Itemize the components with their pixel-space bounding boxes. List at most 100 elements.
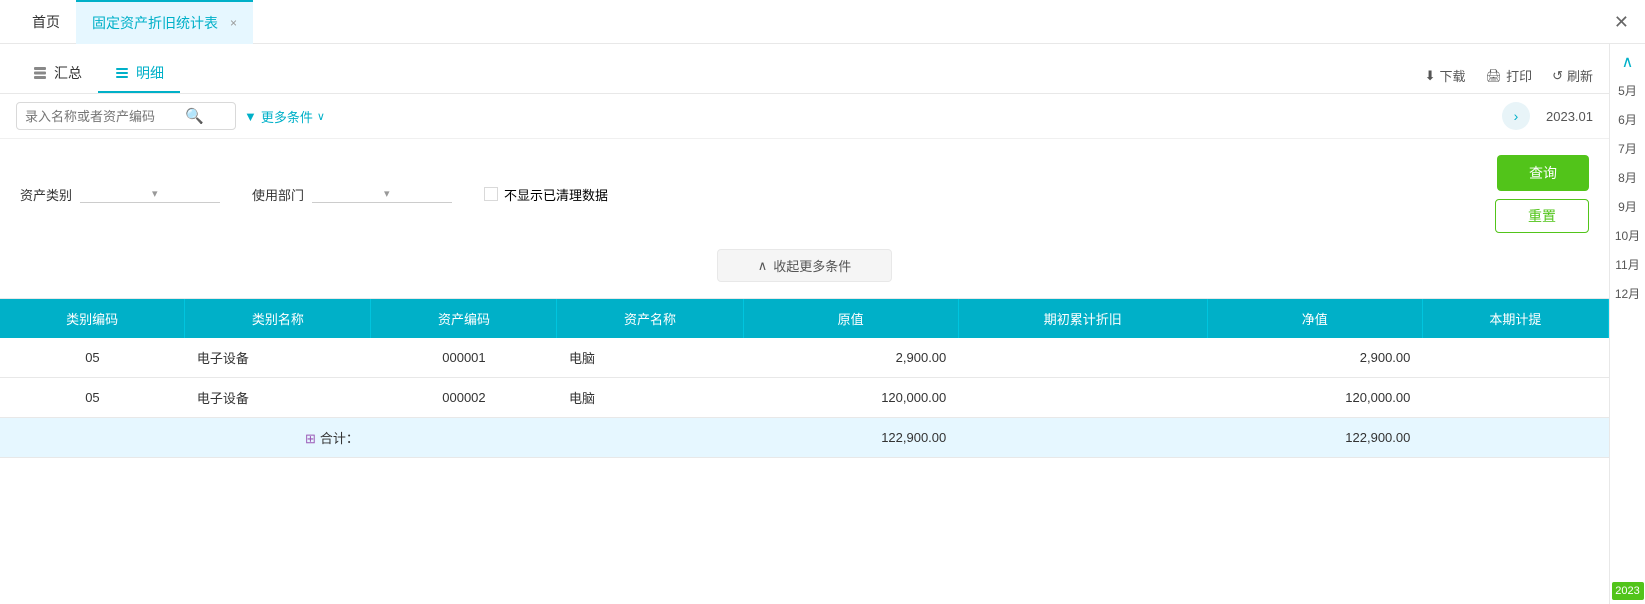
cell-accumulated-depreciation xyxy=(958,378,1207,418)
active-tab[interactable]: 固定资产折旧统计表 × xyxy=(76,0,253,44)
sidebar-month-5[interactable]: 5月 xyxy=(1610,76,1645,105)
filter-icon: ▼ xyxy=(244,109,257,124)
refresh-label: 刷新 xyxy=(1567,66,1593,85)
year-badge[interactable]: 2023 xyxy=(1612,582,1644,600)
sidebar-month-8[interactable]: 8月 xyxy=(1610,163,1645,192)
tab-summary-label: 汇总 xyxy=(54,63,82,83)
col-asset-code: 资产编码 xyxy=(371,299,557,338)
more-conditions-button[interactable]: ▼ 更多条件 ∨ xyxy=(244,107,325,126)
main-content: 汇总 明细 ⬇ 下载 🖨 打印 xyxy=(0,44,1645,604)
tab-detail-label: 明细 xyxy=(136,63,164,83)
col-category-name: 类别名称 xyxy=(185,299,371,338)
subtotal-label: ⊞合计： xyxy=(0,418,371,458)
sidebar-month-11[interactable]: 11月 xyxy=(1610,250,1645,279)
col-asset-name: 资产名称 xyxy=(557,299,743,338)
layers-icon xyxy=(32,65,48,81)
search-bar: 🔍 ▼ 更多条件 ∨ › 2023.01 xyxy=(0,94,1609,139)
home-tab[interactable]: 首页 xyxy=(16,0,76,44)
cell-asset-code: 000002 xyxy=(371,378,557,418)
collapse-up-icon: ∧ xyxy=(758,258,768,274)
department-label: 使用部门 xyxy=(252,185,304,204)
col-accumulated-depreciation: 期初累计折旧 xyxy=(958,299,1207,338)
cell-current-depreciation xyxy=(1422,378,1608,418)
cell-net-value: 2,900.00 xyxy=(1207,338,1422,378)
filter-buttons: 查询 重置 xyxy=(1495,155,1589,233)
subtotal-accumulated-depreciation xyxy=(958,418,1207,458)
collapse-more-button[interactable]: ∧ 收起更多条件 xyxy=(717,249,893,282)
sidebar-month-12[interactable]: 12月 xyxy=(1610,279,1645,308)
left-panel: 汇总 明细 ⬇ 下载 🖨 打印 xyxy=(0,44,1609,604)
subtotal-current-depreciation xyxy=(1422,418,1608,458)
subtotal-original-value: 122,900.00 xyxy=(743,418,958,458)
toolbar-right: ⬇ 下载 🖨 打印 ↺ 刷新 xyxy=(1425,66,1593,93)
table-row: 05 电子设备 000002 电脑 120,000.00 120,000.00 xyxy=(0,378,1609,418)
query-button[interactable]: 查询 xyxy=(1497,155,1589,191)
collapse-right-button[interactable]: › xyxy=(1502,102,1530,130)
cell-asset-code: 000001 xyxy=(371,338,557,378)
table-header-row: 类别编码 类别名称 资产编码 资产名称 原值 期初累计折旧 净值 本期计提 xyxy=(0,299,1609,338)
cell-current-depreciation xyxy=(1422,338,1608,378)
chevron-right-icon: › xyxy=(1514,108,1519,124)
col-original-value: 原值 xyxy=(743,299,958,338)
top-nav: 首页 固定资产折旧统计表 × ✕ xyxy=(0,0,1645,44)
download-label: 下载 xyxy=(1440,66,1466,85)
subtotal-net-value: 122,900.00 xyxy=(1207,418,1422,458)
sidebar-scroll-up[interactable]: ∧ xyxy=(1622,48,1634,76)
sub-tabs: 汇总 明细 ⬇ 下载 🖨 打印 xyxy=(0,44,1609,94)
department-select[interactable]: ▾ xyxy=(312,185,452,203)
refresh-icon: ↺ xyxy=(1552,68,1563,84)
department-filter: 使用部门 ▾ xyxy=(252,185,452,204)
cell-category-code: 05 xyxy=(0,378,185,418)
asset-category-label: 资产类别 xyxy=(20,185,72,204)
sidebar-month-7[interactable]: 7月 xyxy=(1610,134,1645,163)
col-current-depreciation: 本期计提 xyxy=(1422,299,1608,338)
search-input-wrap[interactable]: 🔍 xyxy=(16,102,236,130)
tab-close-icon[interactable]: × xyxy=(230,1,237,45)
search-icon: 🔍 xyxy=(185,107,204,125)
subtotal-asset-code xyxy=(371,418,557,458)
cell-asset-name: 电脑 xyxy=(557,338,743,378)
col-category-code: 类别编码 xyxy=(0,299,185,338)
filter-area: 资产类别 ▾ 使用部门 ▾ 不显示已清理数据 xyxy=(0,139,1609,299)
asset-category-select[interactable]: ▾ xyxy=(80,185,220,203)
department-arrow-icon: ▾ xyxy=(384,187,448,200)
sidebar-month-6[interactable]: 6月 xyxy=(1610,105,1645,134)
date-display: 2023.01 xyxy=(1546,109,1593,124)
right-sidebar: ∧ 5月 6月 7月 8月 9月 10月 11月 12月 2023 xyxy=(1609,44,1645,604)
asset-category-arrow-icon: ▾ xyxy=(152,187,216,200)
active-tab-label: 固定资产折旧统计表 xyxy=(92,1,218,45)
table-row: 05 电子设备 000001 电脑 2,900.00 2,900.00 xyxy=(0,338,1609,378)
cell-original-value: 2,900.00 xyxy=(743,338,958,378)
cell-original-value: 120,000.00 xyxy=(743,378,958,418)
list-icon xyxy=(114,65,130,81)
download-button[interactable]: ⬇ 下载 xyxy=(1425,66,1466,85)
reset-button[interactable]: 重置 xyxy=(1495,199,1589,233)
window-close-button[interactable]: ✕ xyxy=(1614,0,1629,44)
cell-category-name: 电子设备 xyxy=(185,338,371,378)
refresh-button[interactable]: ↺ 刷新 xyxy=(1552,66,1593,85)
more-conditions-label: 更多条件 xyxy=(261,107,313,126)
collapse-more-label: 收起更多条件 xyxy=(773,256,851,275)
hide-cleared-checkbox-item[interactable]: 不显示已清理数据 xyxy=(484,185,608,204)
sidebar-month-10[interactable]: 10月 xyxy=(1610,221,1645,250)
data-table-wrap: 类别编码 类别名称 资产编码 资产名称 原值 期初累计折旧 净值 本期计提 05… xyxy=(0,299,1609,604)
filter-row: 资产类别 ▾ 使用部门 ▾ 不显示已清理数据 xyxy=(20,155,1589,233)
cell-category-name: 电子设备 xyxy=(185,378,371,418)
cell-category-code: 05 xyxy=(0,338,185,378)
subtotal-row: ⊞合计： 122,900.00 122,900.00 xyxy=(0,418,1609,458)
print-button[interactable]: 🖨 打印 xyxy=(1486,66,1533,85)
tab-summary[interactable]: 汇总 xyxy=(16,55,98,93)
tab-detail[interactable]: 明细 xyxy=(98,55,180,93)
hide-cleared-checkbox[interactable] xyxy=(484,187,498,201)
cell-net-value: 120,000.00 xyxy=(1207,378,1422,418)
chevron-down-icon: ∨ xyxy=(317,110,325,123)
cell-asset-name: 电脑 xyxy=(557,378,743,418)
sidebar-month-9[interactable]: 9月 xyxy=(1610,192,1645,221)
col-net-value: 净值 xyxy=(1207,299,1422,338)
download-icon: ⬇ xyxy=(1425,68,1436,84)
search-input[interactable] xyxy=(25,109,185,124)
cell-accumulated-depreciation xyxy=(958,338,1207,378)
data-table: 类别编码 类别名称 资产编码 资产名称 原值 期初累计折旧 净值 本期计提 05… xyxy=(0,299,1609,458)
subtotal-asset-name xyxy=(557,418,743,458)
print-icon: 🖨 xyxy=(1486,68,1503,84)
